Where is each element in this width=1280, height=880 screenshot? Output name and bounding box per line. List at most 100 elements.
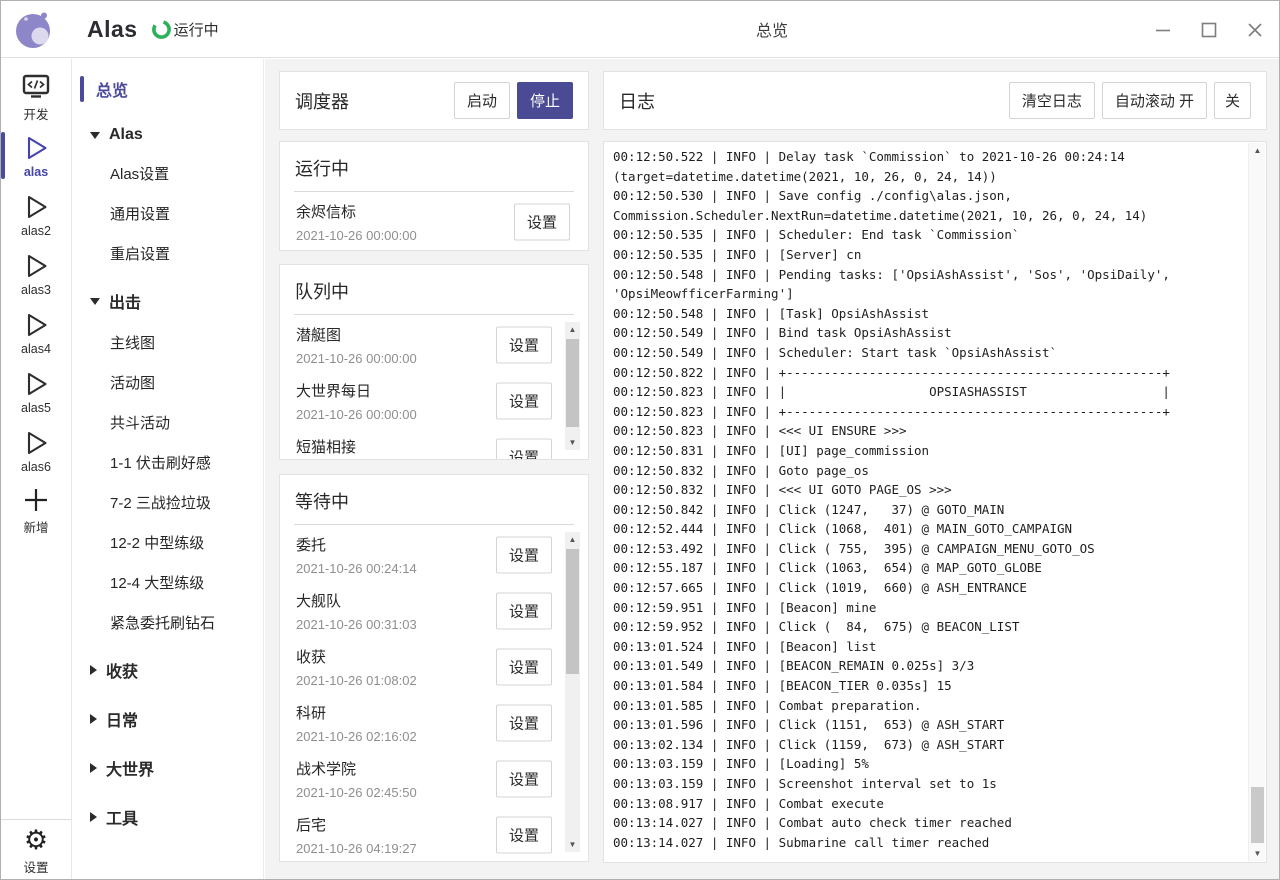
log-line: 00:12:52.444 | INFO | Click (1068, 401) …	[613, 519, 1238, 539]
task-name: 战术学院	[296, 758, 492, 779]
nav-item-7-2 三战捡垃圾[interactable]: 7-2 三战捡垃圾	[73, 483, 263, 523]
task-time: 2021-10-26 01:08:02	[296, 673, 492, 688]
running-task-list: 余烬信标2021-10-26 00:00:00设置	[280, 192, 588, 250]
sidebar-item-alas3[interactable]: alas3	[1, 244, 71, 303]
sidebar-item-settings[interactable]: ⚙ 设置	[1, 820, 71, 879]
log-column: 日志 清空日志 自动滚动 开 关 00:12:50.522 | INFO | D…	[603, 71, 1267, 863]
sidebar-item-alas6[interactable]: alas6	[1, 421, 71, 480]
log-line: 00:13:03.159 | INFO | [Loading] 5%	[613, 754, 1238, 774]
nav-item-总览[interactable]: 总览	[73, 67, 263, 111]
nav-item-12-4 大型练级[interactable]: 12-4 大型练级	[73, 563, 263, 603]
start-button[interactable]: 启动	[454, 82, 510, 119]
task-setting-button[interactable]: 设置	[496, 817, 552, 854]
autoscroll-off-button[interactable]: 关	[1214, 82, 1251, 119]
task-setting-button[interactable]: 设置	[496, 537, 552, 574]
log-line: 00:13:01.585 | INFO | Combat preparation…	[613, 696, 1238, 716]
sidebar-item-label: alas2	[21, 224, 51, 238]
task-row: 委托2021-10-26 00:24:14设置	[280, 527, 588, 583]
nav-item-出击[interactable]: 出击	[73, 279, 263, 323]
log-lines: 00:12:50.522 | INFO | Delay task `Commis…	[613, 147, 1238, 858]
nav-item-收获[interactable]: 收获	[73, 648, 263, 692]
sidebar-item-alas[interactable]: alas	[1, 126, 71, 185]
scroll-down-icon[interactable]: ▼	[565, 435, 580, 450]
log-line: 00:13:03.159 | INFO | Screenshot interva…	[613, 774, 1238, 794]
sidebar-item-alas2[interactable]: alas2	[1, 185, 71, 244]
close-icon[interactable]	[1245, 20, 1265, 40]
task-name: 收获	[296, 646, 492, 667]
running-title: 运行中	[280, 142, 588, 191]
app-title: Alas	[87, 16, 138, 43]
scroll-up-icon[interactable]: ▲	[1249, 143, 1266, 158]
nav-item-共斗活动[interactable]: 共斗活动	[73, 403, 263, 443]
log-line: 'OpsiMeowfficerFarming']	[613, 284, 1238, 304]
run-status-label: 运行中	[174, 19, 219, 40]
scroll-down-icon[interactable]: ▼	[1249, 846, 1266, 861]
nav-item-12-2 中型练级[interactable]: 12-2 中型练级	[73, 523, 263, 563]
nav-item-label: 7-2 三战捡垃圾	[110, 495, 211, 512]
nav-item-1-1 伏击刷好感[interactable]: 1-1 伏击刷好感	[73, 443, 263, 483]
task-setting-button[interactable]: 设置	[496, 593, 552, 630]
sidebar-item-alas5[interactable]: alas5	[1, 362, 71, 421]
log-line: 00:12:53.492 | INFO | Click ( 755, 395) …	[613, 539, 1238, 559]
window-controls	[1153, 1, 1265, 58]
task-setting-button[interactable]: 设置	[496, 705, 552, 742]
task-time: 2021-10-26 00:31:03	[296, 617, 492, 632]
nav-item-工具[interactable]: 工具	[73, 795, 263, 839]
nav-item-通用设置[interactable]: 通用设置	[73, 194, 263, 234]
page-title: 总览	[265, 17, 1279, 41]
nav-item-日常[interactable]: 日常	[73, 697, 263, 741]
nav-item-重启设置[interactable]: 重启设置	[73, 234, 263, 274]
log-line: 00:12:50.549 | INFO | Scheduler: Start t…	[613, 343, 1238, 363]
task-setting-button[interactable]: 设置	[496, 761, 552, 798]
scrollbar-thumb[interactable]	[566, 339, 579, 427]
nav-item-Alas设置[interactable]: Alas设置	[73, 154, 263, 194]
sidebar-item-label: alas	[24, 165, 48, 179]
task-name: 短猫相接	[296, 436, 492, 457]
scheduler-column: 调度器 启动 停止 运行中 余烬信标2021-10-26 00:00:00设置 …	[279, 71, 589, 862]
nav-item-大世界[interactable]: 大世界	[73, 746, 263, 790]
sidebar-item-新增[interactable]: 新增	[1, 480, 71, 539]
chevron-right-icon	[90, 812, 97, 822]
task-time: 2021-10-26 02:45:50	[296, 785, 492, 800]
log-line: 00:13:14.027 | INFO | Submarine call tim…	[613, 833, 1238, 853]
task-row: 余烬信标2021-10-26 00:00:00设置	[280, 194, 588, 250]
nav-item-label: 12-4 大型练级	[110, 575, 204, 592]
task-setting-button[interactable]: 设置	[496, 439, 552, 461]
task-setting-button[interactable]: 设置	[514, 204, 570, 241]
nav-item-活动图[interactable]: 活动图	[73, 363, 263, 403]
nav-item-主线图[interactable]: 主线图	[73, 323, 263, 363]
log-header: 日志 清空日志 自动滚动 开 关	[603, 71, 1267, 130]
maximize-icon[interactable]	[1199, 20, 1219, 40]
log-line: 00:12:50.822 | INFO | +-----------------…	[613, 363, 1238, 383]
autoscroll-on-button[interactable]: 自动滚动 开	[1102, 82, 1207, 119]
stop-button[interactable]: 停止	[517, 82, 573, 119]
minimize-icon[interactable]	[1153, 20, 1173, 40]
waiting-scrollbar[interactable]: ▲ ▼	[565, 532, 580, 852]
log-line: 00:13:01.584 | INFO | [BEACON_TIER 0.035…	[613, 676, 1238, 696]
scroll-up-icon[interactable]: ▲	[565, 322, 580, 337]
clear-log-button[interactable]: 清空日志	[1009, 82, 1095, 119]
log-line: Commission.Scheduler.NextRun=datetime.da…	[613, 206, 1238, 226]
nav-item-label: 12-2 中型练级	[110, 535, 204, 552]
sidebar-item-开发[interactable]: 开发	[1, 67, 71, 126]
task-setting-button[interactable]: 设置	[496, 649, 552, 686]
scroll-up-icon[interactable]: ▲	[565, 532, 580, 547]
nav-item-Alas[interactable]: Alas	[73, 116, 263, 154]
nav-item-紧急委托刷钻石[interactable]: 紧急委托刷钻石	[73, 603, 263, 643]
chevron-down-icon	[90, 298, 100, 305]
sidebar-item-label: alas5	[21, 401, 51, 415]
sidebar-item-label: alas3	[21, 283, 51, 297]
pending-scrollbar[interactable]: ▲ ▼	[565, 322, 580, 450]
sidebar-item-alas4[interactable]: alas4	[1, 303, 71, 362]
task-setting-button[interactable]: 设置	[496, 383, 552, 420]
task-time: 2021-10-26 00:00:00	[296, 228, 492, 243]
log-scrollbar[interactable]: ▲ ▼	[1248, 143, 1265, 861]
log-line: 00:12:50.530 | INFO | Save config ./conf…	[613, 186, 1238, 206]
scroll-down-icon[interactable]: ▼	[565, 837, 580, 852]
chevron-right-icon	[90, 763, 97, 773]
scrollbar-thumb[interactable]	[566, 549, 579, 674]
code-icon	[21, 71, 51, 103]
scrollbar-thumb[interactable]	[1251, 787, 1264, 843]
sidebar-item-label: 开发	[23, 104, 48, 123]
task-setting-button[interactable]: 设置	[496, 327, 552, 364]
